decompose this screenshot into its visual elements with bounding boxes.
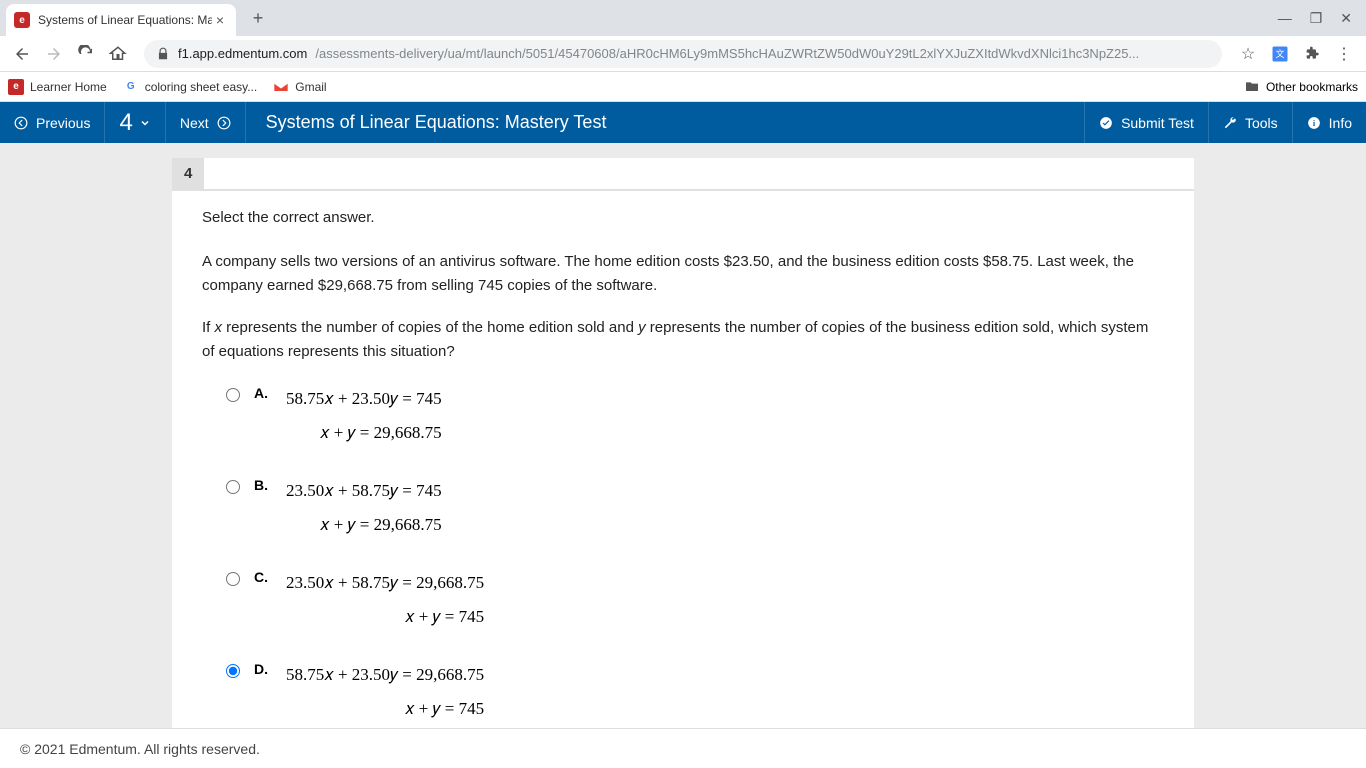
answer-eq-c: 23.50𝑥 + 58.75𝑦 = 29,668.75 𝑥 + 𝑦 = 745 xyxy=(286,566,484,634)
radio-b[interactable] xyxy=(226,480,240,494)
problem-text-1: A company sells two versions of an antiv… xyxy=(202,250,1164,298)
star-icon[interactable]: ☆ xyxy=(1234,40,1262,68)
url-path: /assessments-delivery/ua/mt/launch/5051/… xyxy=(315,46,1139,61)
previous-button[interactable]: Previous xyxy=(0,102,105,143)
info-button[interactable]: i Info xyxy=(1292,102,1366,143)
lock-icon xyxy=(156,47,170,61)
new-tab-button[interactable]: + xyxy=(244,4,272,32)
url-bar[interactable]: f1.app.edmentum.com/assessments-delivery… xyxy=(144,40,1222,68)
restore-icon[interactable]: ❐ xyxy=(1310,10,1323,27)
previous-label: Previous xyxy=(36,115,90,131)
answer-group: A. 58.75𝑥 + 23.50𝑦 = 745 𝑥 + 𝑦 = 29,668.… xyxy=(226,382,1164,726)
next-button[interactable]: Next xyxy=(166,102,246,143)
answer-label-b: B. xyxy=(254,477,272,493)
browser-tab-bar: e Systems of Linear Equations: Ma × + — … xyxy=(0,0,1366,36)
bookmark-coloring[interactable]: G coloring sheet easy... xyxy=(123,79,258,95)
next-label: Next xyxy=(180,115,209,131)
tools-label: Tools xyxy=(1245,115,1278,131)
radio-d[interactable] xyxy=(226,664,240,678)
answer-d[interactable]: D. 58.75𝑥 + 23.50𝑦 = 29,668.75 𝑥 + 𝑦 = 7… xyxy=(226,658,1164,726)
bookmarks-bar: e Learner Home G coloring sheet easy... … xyxy=(0,72,1366,102)
question-header: 4 xyxy=(172,158,1194,191)
minimize-icon[interactable]: — xyxy=(1278,10,1292,27)
question-body: Select the correct answer. A company sel… xyxy=(172,191,1194,728)
answer-eq-d: 58.75𝑥 + 23.50𝑦 = 29,668.75 𝑥 + 𝑦 = 745 xyxy=(286,658,484,726)
bookmark-label: Gmail xyxy=(295,80,326,94)
translate-icon[interactable]: 文 xyxy=(1266,40,1294,68)
tools-button[interactable]: Tools xyxy=(1208,102,1292,143)
url-domain: f1.app.edmentum.com xyxy=(178,46,307,61)
edmentum-icon: e xyxy=(8,79,24,95)
browser-toolbar: f1.app.edmentum.com/assessments-delivery… xyxy=(0,36,1366,72)
chevron-down-icon xyxy=(139,117,151,129)
answer-eq-a: 58.75𝑥 + 23.50𝑦 = 745 𝑥 + 𝑦 = 29,668.75 xyxy=(286,382,442,450)
tab-title: Systems of Linear Equations: Ma xyxy=(38,13,212,27)
info-icon: i xyxy=(1307,116,1321,130)
answer-label-a: A. xyxy=(254,385,272,401)
question-card: 4 Select the correct answer. A company s… xyxy=(172,158,1194,728)
tab-favicon: e xyxy=(14,12,30,28)
answer-label-c: C. xyxy=(254,569,272,585)
wrench-icon xyxy=(1223,116,1237,130)
answer-a[interactable]: A. 58.75𝑥 + 23.50𝑦 = 745 𝑥 + 𝑦 = 29,668.… xyxy=(226,382,1164,450)
svg-text:文: 文 xyxy=(1275,48,1284,59)
page-title: Systems of Linear Equations: Mastery Tes… xyxy=(246,112,1084,133)
question-number-selector[interactable]: 4 xyxy=(105,102,165,143)
bookmark-label: Other bookmarks xyxy=(1266,80,1358,94)
bookmark-gmail[interactable]: Gmail xyxy=(273,79,326,95)
answer-eq-b: 23.50𝑥 + 58.75𝑦 = 745 𝑥 + 𝑦 = 29,668.75 xyxy=(286,474,442,542)
answer-label-d: D. xyxy=(254,661,272,677)
current-question-number: 4 xyxy=(119,109,132,137)
question-number-box: 4 xyxy=(172,158,204,189)
window-controls: — ❐ ✕ xyxy=(1278,10,1366,27)
extensions-icon[interactable] xyxy=(1298,40,1326,68)
submit-test-button[interactable]: Submit Test xyxy=(1084,102,1208,143)
home-button[interactable] xyxy=(104,40,132,68)
answer-b[interactable]: B. 23.50𝑥 + 58.75𝑦 = 745 𝑥 + 𝑦 = 29,668.… xyxy=(226,474,1164,542)
copyright-text: © 2021 Edmentum. All rights reserved. xyxy=(20,741,260,757)
browser-tab[interactable]: e Systems of Linear Equations: Ma × xyxy=(6,4,236,36)
menu-icon[interactable]: ⋮ xyxy=(1330,40,1358,68)
radio-a[interactable] xyxy=(226,388,240,402)
forward-button[interactable] xyxy=(40,40,68,68)
instruction-text: Select the correct answer. xyxy=(202,209,1164,226)
folder-icon xyxy=(1244,79,1260,95)
close-window-icon[interactable]: ✕ xyxy=(1340,10,1352,27)
radio-c[interactable] xyxy=(226,572,240,586)
gmail-icon xyxy=(273,79,289,95)
bookmark-learner-home[interactable]: e Learner Home xyxy=(8,79,107,95)
content-area: 4 Select the correct answer. A company s… xyxy=(0,143,1366,728)
submit-label: Submit Test xyxy=(1121,115,1194,131)
bookmark-label: coloring sheet easy... xyxy=(145,80,258,94)
close-icon[interactable]: × xyxy=(212,12,228,28)
reload-button[interactable] xyxy=(72,40,100,68)
app-header: Previous 4 Next Systems of Linear Equati… xyxy=(0,102,1366,143)
check-circle-icon xyxy=(1099,116,1113,130)
bookmark-label: Learner Home xyxy=(30,80,107,94)
info-label: Info xyxy=(1329,115,1352,131)
back-button[interactable] xyxy=(8,40,36,68)
google-icon: G xyxy=(123,79,139,95)
answer-c[interactable]: C. 23.50𝑥 + 58.75𝑦 = 29,668.75 𝑥 + 𝑦 = 7… xyxy=(226,566,1164,634)
footer: © 2021 Edmentum. All rights reserved. xyxy=(0,728,1366,768)
problem-text-2: If x represents the number of copies of … xyxy=(202,316,1164,364)
other-bookmarks[interactable]: Other bookmarks xyxy=(1244,79,1358,95)
